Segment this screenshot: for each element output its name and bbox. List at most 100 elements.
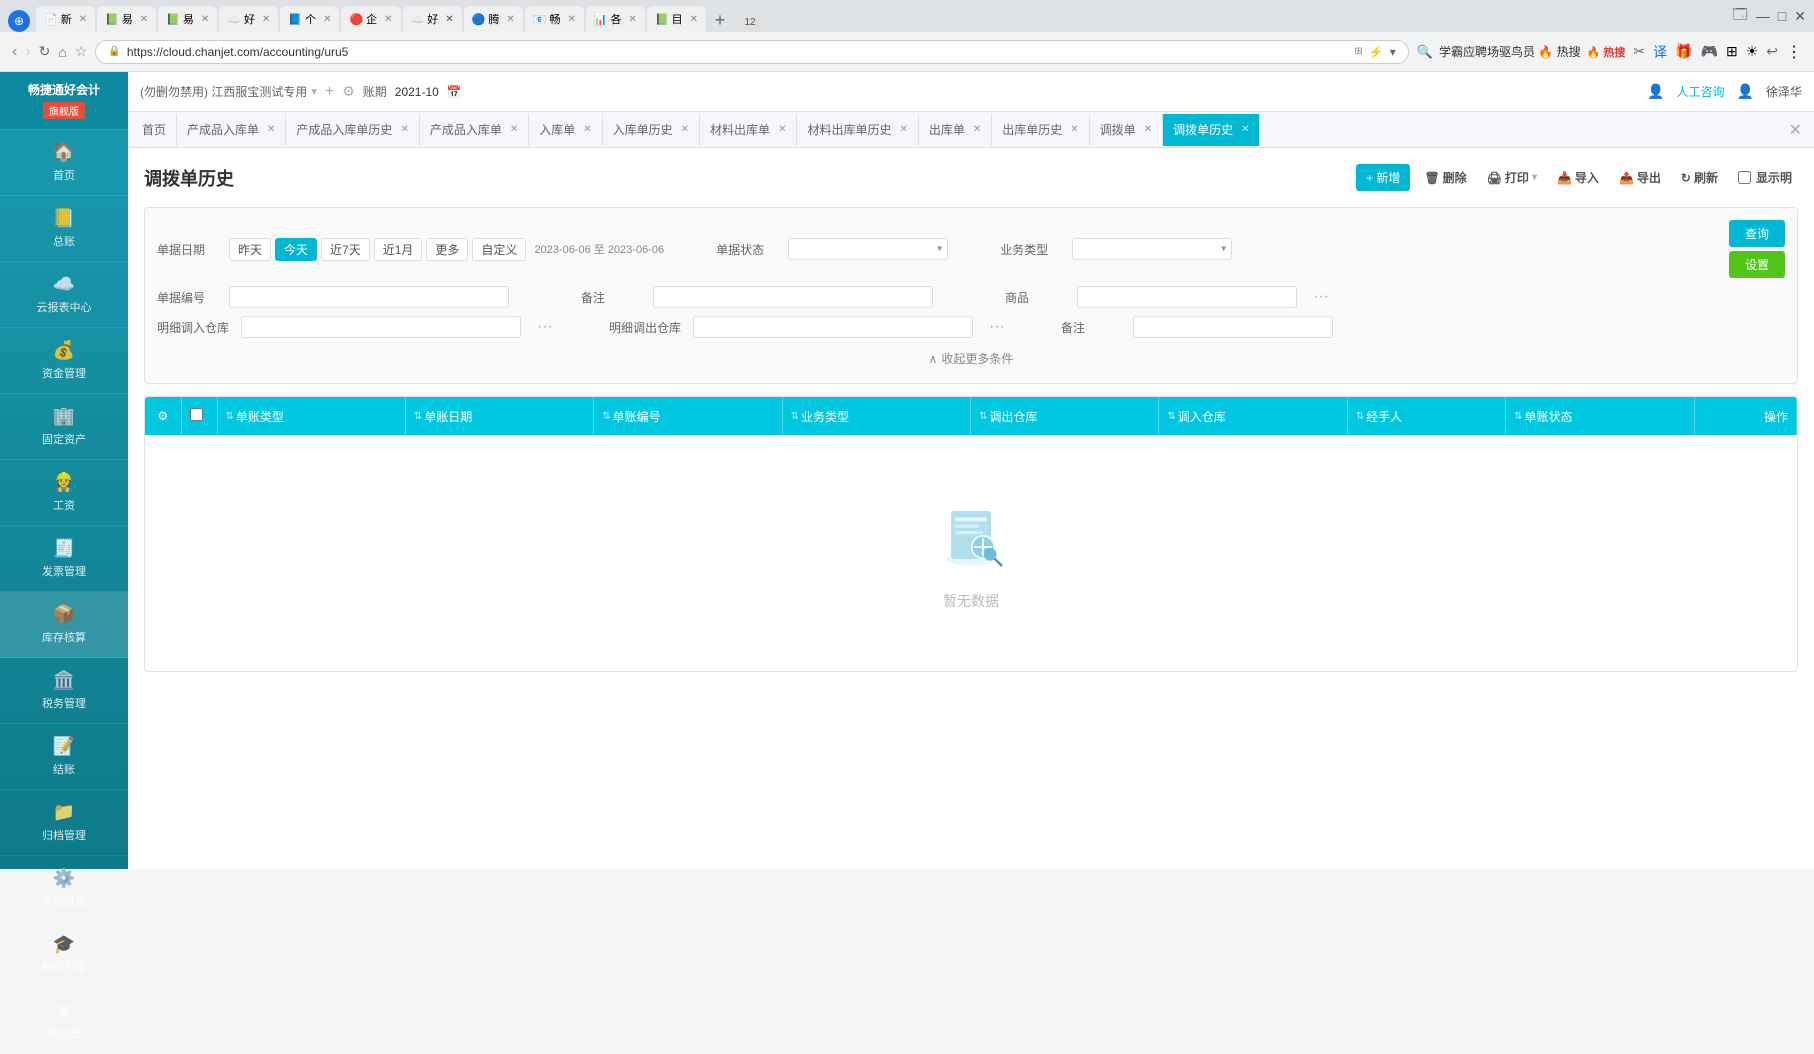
th-settings[interactable]: ⚙: [145, 397, 181, 435]
browser-tab-1[interactable]: 📄新✕: [36, 6, 95, 32]
remark-input[interactable]: [653, 286, 933, 308]
maximize-button[interactable]: □: [1778, 8, 1786, 24]
sidebar-item-home[interactable]: 🏠 首页: [0, 130, 128, 196]
export-button[interactable]: 📤 导出: [1613, 165, 1667, 190]
today-btn[interactable]: 今天: [275, 238, 317, 261]
display-switch-button[interactable]: 显示明: [1732, 165, 1798, 190]
th-doc-date[interactable]: 单账日期: [405, 397, 593, 435]
goods-input[interactable]: [1077, 286, 1297, 308]
goods-more-icon[interactable]: ···: [1309, 288, 1333, 306]
customer-service-text[interactable]: 人工咨询: [1677, 83, 1725, 100]
tab-transfer-history[interactable]: 调拨单历史 ✕: [1163, 114, 1260, 146]
settings-query-button[interactable]: 设置: [1729, 251, 1785, 278]
tab-finished-goods-in-history[interactable]: 产成品入库单历史 ✕: [286, 114, 419, 146]
sidebar-item-guide[interactable]: 🎓 新手引导: [0, 922, 128, 988]
minimize-button[interactable]: —: [1756, 8, 1770, 24]
company-selector[interactable]: (勿删勿禁用) 江西服宝测试专用 ▾: [140, 83, 317, 100]
th-handler[interactable]: 经手人: [1347, 397, 1505, 435]
tab-close-finished-goods-in[interactable]: ✕: [267, 124, 275, 135]
browser-tab-11[interactable]: 📗目✕: [647, 6, 706, 32]
browser-tab-5[interactable]: 📘个✕: [280, 6, 339, 32]
yesterday-btn[interactable]: 昨天: [229, 238, 271, 261]
browser-tab-2[interactable]: 📗易✕: [97, 6, 156, 32]
th-business-type[interactable]: 业务类型: [782, 397, 970, 435]
import-button[interactable]: 📥 导入: [1551, 165, 1605, 190]
sidebar-item-cloud-report[interactable]: ☁️ 云报表中心: [0, 262, 128, 328]
back-button[interactable]: ‹: [12, 43, 17, 61]
tab-close-inbound-history[interactable]: ✕: [681, 124, 689, 135]
tab-home[interactable]: 首页: [132, 114, 177, 146]
refresh-button[interactable]: ↻: [39, 43, 51, 60]
sidebar-item-invoice[interactable]: 🧾 发票管理: [0, 526, 128, 592]
new-button[interactable]: + 新增: [1356, 164, 1410, 191]
address-input-wrap[interactable]: 🔒 https://cloud.chanjet.com/accounting/u…: [95, 40, 1408, 64]
sidebar-item-ledger[interactable]: 📒 总账: [0, 196, 128, 262]
print-button[interactable]: 🖨 打印 ▾: [1481, 165, 1543, 190]
sidebar-item-close-books[interactable]: 📝 结账: [0, 724, 128, 790]
delete-button[interactable]: 🗑 删除: [1418, 165, 1472, 190]
sidebar-item-settings[interactable]: ⚙️ 基础设置: [0, 856, 128, 922]
th-doc-status[interactable]: 单账状态: [1506, 397, 1694, 435]
business-type-select[interactable]: [1072, 238, 1232, 260]
tab-finished-goods-in[interactable]: 产成品入库单 ✕: [177, 114, 286, 146]
last7-btn[interactable]: 近7天: [321, 238, 370, 261]
tab-close-transfer-history[interactable]: ✕: [1241, 124, 1249, 135]
custom-btn[interactable]: 自定义: [472, 238, 526, 261]
doc-number-input[interactable]: [229, 286, 509, 308]
collapse-button[interactable]: ∧ 收起更多条件: [157, 346, 1785, 371]
tab-close-finished-goods-in2[interactable]: ✕: [510, 124, 518, 135]
sidebar-item-inventory[interactable]: 📦 库存核算: [0, 592, 128, 658]
browser-tab-7[interactable]: ☁️好✕: [403, 6, 462, 32]
tab-panel-close[interactable]: ✕: [1781, 120, 1810, 140]
sidebar-item-archive[interactable]: 📁 归档管理: [0, 790, 128, 856]
remark2-input[interactable]: [1133, 316, 1333, 338]
tab-close-outbound[interactable]: ✕: [973, 124, 981, 135]
browser-tab-9[interactable]: 📧畅✕: [525, 6, 584, 32]
sidebar-item-member[interactable]: ♛ 畅会员: [0, 988, 128, 1054]
tab-inbound[interactable]: 入库单 ✕: [529, 114, 602, 146]
user-name[interactable]: 徐泽华: [1766, 83, 1802, 100]
new-tab-button[interactable]: +: [708, 8, 732, 32]
translate-icon[interactable]: 译: [1653, 42, 1667, 62]
tab-close-finished-goods-in-history[interactable]: ✕: [400, 124, 408, 135]
tab-finished-goods-in2[interactable]: 产成品入库单 ✕: [420, 114, 529, 146]
calendar-icon[interactable]: 📅: [447, 85, 462, 99]
sidebar-item-tax[interactable]: 🏛️ 税务管理: [0, 658, 128, 724]
forward-button[interactable]: ›: [25, 43, 30, 61]
browser-tab-10[interactable]: 📊各✕: [586, 6, 645, 32]
tab-close-transfer[interactable]: ✕: [1144, 124, 1152, 135]
browser-tab-6[interactable]: 🔴企✕: [341, 6, 400, 32]
detail-in-input[interactable]: [241, 316, 521, 338]
refresh-button[interactable]: ↻ 刷新: [1675, 165, 1724, 190]
tab-material-out[interactable]: 材料出库单 ✕: [700, 114, 797, 146]
tab-close-inbound[interactable]: ✕: [583, 124, 591, 135]
tab-outbound-history[interactable]: 出库单历史 ✕: [992, 114, 1089, 146]
display-switch-checkbox[interactable]: [1738, 171, 1751, 184]
detail-out-input[interactable]: [693, 316, 973, 338]
close-button[interactable]: ✕: [1794, 8, 1806, 25]
th-out-warehouse[interactable]: 调出仓库: [971, 397, 1159, 435]
tab-inbound-history[interactable]: 入库单历史 ✕: [603, 114, 700, 146]
tab-outbound[interactable]: 出库单 ✕: [919, 114, 992, 146]
home-button[interactable]: ⌂: [58, 44, 66, 60]
browser-tab-4[interactable]: ☁️好✕: [219, 6, 278, 32]
detail-in-more-icon[interactable]: ···: [533, 318, 557, 336]
tab-material-out-history[interactable]: 材料出库单历史 ✕: [797, 114, 918, 146]
select-all-checkbox[interactable]: [190, 408, 203, 421]
restore-button[interactable]: 🗔: [1733, 4, 1748, 28]
browser-tab-3[interactable]: 📗易✕: [158, 6, 217, 32]
add-company-icon[interactable]: +: [325, 83, 334, 101]
sidebar-item-fixed-asset[interactable]: 🏢 固定资产: [0, 394, 128, 460]
more-btn[interactable]: 更多: [426, 238, 468, 261]
detail-out-more-icon[interactable]: ···: [985, 318, 1009, 336]
sidebar-item-salary[interactable]: 👷 工资: [0, 460, 128, 526]
menu-icon[interactable]: ⋮: [1786, 42, 1802, 62]
last-month-btn[interactable]: 近1月: [374, 238, 423, 261]
th-doc-number[interactable]: 单账编号: [594, 397, 782, 435]
th-in-warehouse[interactable]: 调入仓库: [1159, 397, 1347, 435]
tab-close-material-out[interactable]: ✕: [778, 124, 786, 135]
bookmark-button[interactable]: ☆: [75, 43, 88, 60]
tab-close-outbound-history[interactable]: ✕: [1070, 124, 1078, 135]
tab-close-material-out-history[interactable]: ✕: [899, 124, 907, 135]
browser-tab-8[interactable]: 🔵腾✕: [464, 6, 523, 32]
